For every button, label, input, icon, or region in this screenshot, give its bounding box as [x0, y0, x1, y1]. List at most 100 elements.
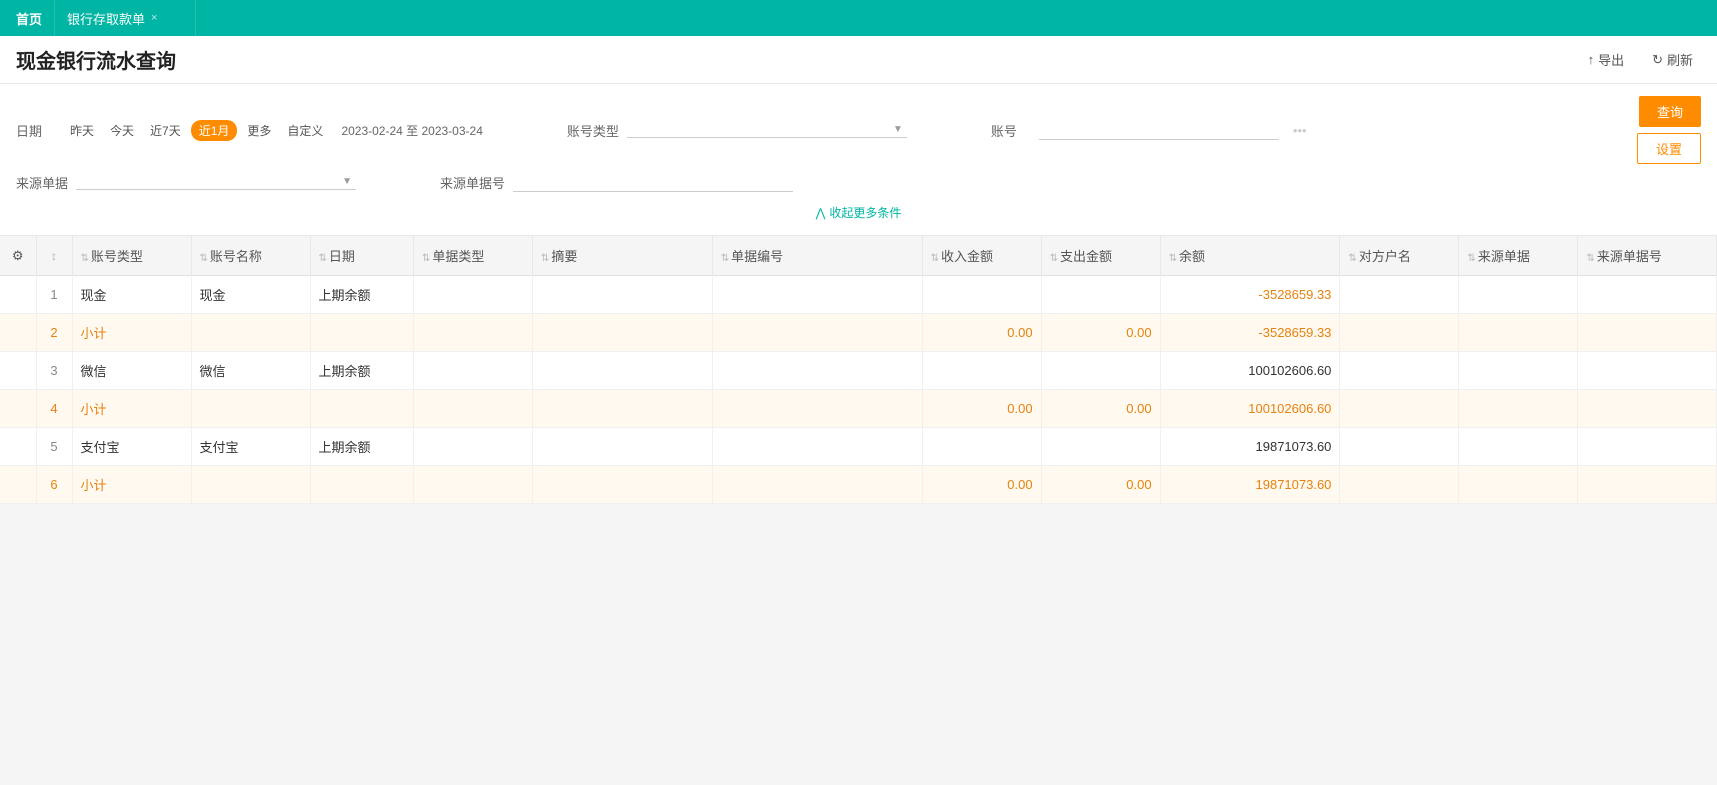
close-icon[interactable]: ×	[151, 12, 157, 24]
filter-area: 日期 昨天今天近7天近1月更多自定义 2023-02-24 至 2023-03-…	[0, 84, 1717, 236]
date-shortcut-button[interactable]: 昨天	[64, 120, 100, 141]
nav-tabs: 收款单×付款单×其他收入单×应收应付调整单×银行存取款单×预收冲应收单×收款核销…	[55, 0, 196, 36]
col-date[interactable]: ⇅日期	[310, 236, 413, 276]
row-expense	[1041, 352, 1160, 390]
row-source-doc-no	[1578, 314, 1717, 352]
source-doc-label: 来源单据	[16, 173, 68, 192]
row-counterparty	[1340, 314, 1459, 352]
row-expense	[1041, 276, 1160, 314]
row-source-doc-no	[1578, 276, 1717, 314]
row-date	[310, 390, 413, 428]
row-summary	[532, 314, 712, 352]
date-shortcut-button[interactable]: 近7天	[144, 120, 187, 141]
account-type-arrow-icon: ▼	[893, 124, 903, 135]
account-more-icon[interactable]: •••	[1287, 121, 1313, 140]
row-balance: -3528659.33	[1160, 276, 1340, 314]
query-button[interactable]: 查询	[1639, 96, 1701, 127]
row-doc-type	[413, 314, 532, 352]
col-balance[interactable]: ⇅余额	[1160, 236, 1340, 276]
gear-icon: ⚙	[12, 248, 24, 263]
row-account-type: 小计	[72, 390, 191, 428]
col-source-doc[interactable]: ⇅来源单据	[1459, 236, 1578, 276]
row-index: 1	[36, 276, 72, 314]
row-doc-no	[712, 428, 922, 466]
row-expense	[1041, 428, 1160, 466]
row-source-doc	[1459, 314, 1578, 352]
col-counterparty[interactable]: ⇅对方户名	[1340, 236, 1459, 276]
row-expense: 0.00	[1041, 390, 1160, 428]
col-account-name[interactable]: ⇅账号名称	[191, 236, 310, 276]
account-type-label: 账号类型	[567, 121, 619, 140]
date-shortcut-button[interactable]: 近1月	[191, 120, 238, 141]
date-range: 2023-02-24 至 2023-03-24	[341, 122, 482, 139]
row-account-type: 微信	[72, 352, 191, 390]
row-account-name: 微信	[191, 352, 310, 390]
refresh-button[interactable]: ↻ 刷新	[1644, 46, 1701, 73]
row-income	[922, 276, 1041, 314]
row-source-doc-no	[1578, 352, 1717, 390]
row-summary	[532, 390, 712, 428]
date-shortcuts: 昨天今天近7天近1月更多自定义	[64, 120, 329, 141]
row-doc-type	[413, 428, 532, 466]
page-header: 现金银行流水查询 ↑ 导出 ↻ 刷新	[0, 36, 1717, 84]
collapse-icon: ⋀	[816, 206, 826, 220]
col-summary[interactable]: ⇅摘要	[532, 236, 712, 276]
collapse-button[interactable]: ⋀ 收起更多条件	[812, 200, 906, 225]
row-summary	[532, 352, 712, 390]
col-account-type[interactable]: ⇅账号类型	[72, 236, 191, 276]
table-row: 4 小计 0.00 0.00 100102606.60	[0, 390, 1717, 428]
col-income[interactable]: ⇅收入金额	[922, 236, 1041, 276]
row-index: 4	[36, 390, 72, 428]
table-row: 1 现金 现金 上期余额 -3528659.33	[0, 276, 1717, 314]
export-icon: ↑	[1588, 52, 1595, 67]
col-expense[interactable]: ⇅支出金额	[1041, 236, 1160, 276]
row-counterparty	[1340, 428, 1459, 466]
row-account-name: 支付宝	[191, 428, 310, 466]
account-type-select[interactable]: ▼	[627, 122, 907, 138]
row-counterparty	[1340, 352, 1459, 390]
row-source-doc	[1459, 352, 1578, 390]
row-date	[310, 466, 413, 504]
row-gear	[0, 352, 36, 390]
date-shortcut-button[interactable]: 更多	[241, 120, 277, 141]
row-account-type: 小计	[72, 466, 191, 504]
table-row: 6 小计 0.00 0.00 19871073.60	[0, 466, 1717, 504]
source-doc-select[interactable]: ▼	[76, 174, 356, 190]
row-doc-no	[712, 390, 922, 428]
row-index: 3	[36, 352, 72, 390]
export-button[interactable]: ↑ 导出	[1580, 46, 1633, 73]
account-input[interactable]	[1039, 120, 1279, 140]
source-doc-no-input[interactable]	[513, 172, 793, 192]
row-date: 上期余额	[310, 352, 413, 390]
col-gear[interactable]: ⚙	[0, 236, 36, 276]
col-doc-no[interactable]: ⇅单据编号	[712, 236, 922, 276]
col-source-doc-no[interactable]: ⇅来源单据号	[1578, 236, 1717, 276]
row-counterparty	[1340, 466, 1459, 504]
row-balance: -3528659.33	[1160, 314, 1340, 352]
row-balance: 100102606.60	[1160, 352, 1340, 390]
row-summary	[532, 276, 712, 314]
row-summary	[532, 466, 712, 504]
filter-buttons: 查询 设置	[1637, 96, 1701, 164]
header-actions: ↑ 导出 ↻ 刷新	[1580, 46, 1701, 73]
row-source-doc	[1459, 466, 1578, 504]
row-index: 6	[36, 466, 72, 504]
table-row: 3 微信 微信 上期余额 100102606.60	[0, 352, 1717, 390]
row-account-type: 支付宝	[72, 428, 191, 466]
page-title: 现金银行流水查询	[16, 45, 176, 74]
settings-button[interactable]: 设置	[1637, 133, 1701, 164]
row-doc-type	[413, 390, 532, 428]
row-doc-no	[712, 352, 922, 390]
nav-tab[interactable]: 银行存取款单×	[55, 0, 196, 36]
nav-home[interactable]: 首页	[4, 0, 55, 36]
row-date	[310, 314, 413, 352]
row-index: 5	[36, 428, 72, 466]
col-doc-type[interactable]: ⇅单据类型	[413, 236, 532, 276]
row-date: 上期余额	[310, 276, 413, 314]
date-shortcut-button[interactable]: 今天	[104, 120, 140, 141]
top-nav: 首页 收款单×付款单×其他收入单×应收应付调整单×银行存取款单×预收冲应收单×收…	[0, 0, 1717, 36]
date-shortcut-button[interactable]: 自定义	[281, 120, 329, 141]
row-summary	[532, 428, 712, 466]
row-income	[922, 352, 1041, 390]
row-account-type: 现金	[72, 276, 191, 314]
